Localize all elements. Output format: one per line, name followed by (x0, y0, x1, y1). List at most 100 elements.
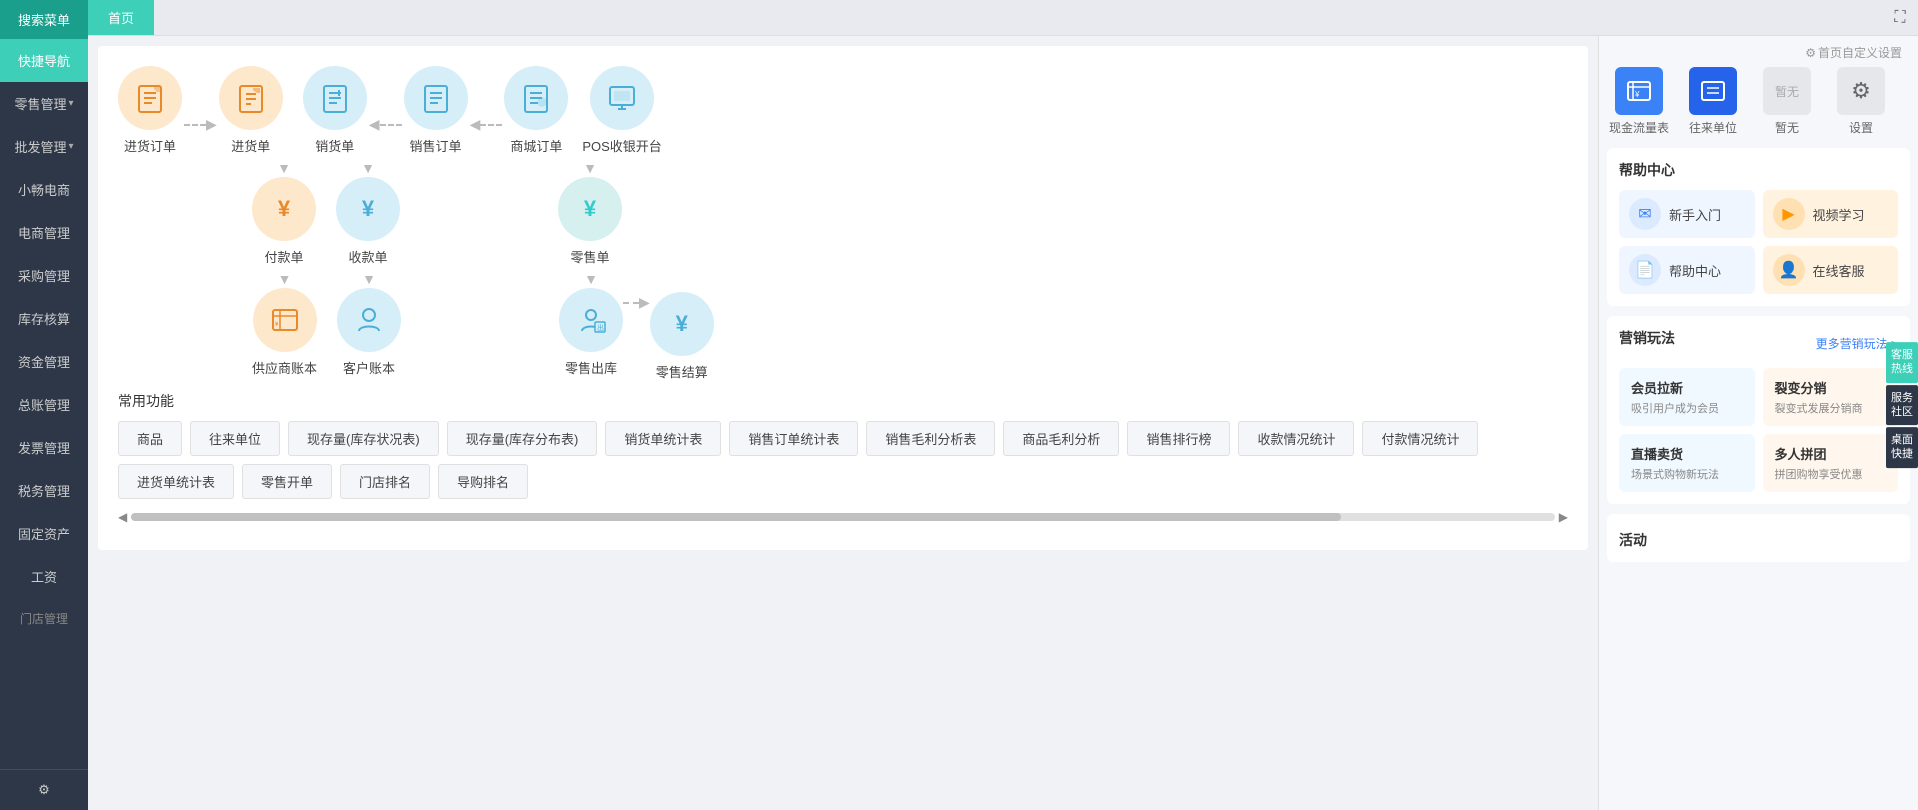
func-btn-payment-stat[interactable]: 付款情况统计 (1362, 421, 1478, 456)
func-btn-ranking[interactable]: 销售排行榜 (1127, 421, 1230, 456)
chevron-down-icon: ▾ (68, 141, 73, 152)
quick-icon-empty[interactable]: 暂无 暂无 (1755, 67, 1819, 136)
func-btn-goods[interactable]: 商品 (118, 421, 182, 456)
sidebar-item-retail[interactable]: 零售管理 ▾ (0, 82, 88, 125)
func-btn-stock2[interactable]: 现存量(库存分布表) (447, 421, 598, 456)
scroll-left-icon[interactable]: ◀ (118, 510, 127, 524)
func-btn-margin2[interactable]: 商品毛利分析 (1003, 421, 1119, 456)
sidebar-item-store[interactable]: 门店管理 (0, 598, 88, 639)
help-item-label: 在线客服 (1813, 261, 1865, 280)
help-item-docs[interactable]: 📄 帮助中心 (1619, 246, 1755, 294)
func-btn-order-stat[interactable]: 销售订单统计表 (729, 421, 858, 456)
float-btn-community[interactable]: 服务社区 (1886, 385, 1918, 426)
flow-card: 进货订单 ▶ (98, 46, 1588, 550)
sidebar-item-wholesale[interactable]: 批发管理 ▾ (0, 125, 88, 168)
activity-section: 活动 (1607, 514, 1910, 562)
sidebar-search[interactable]: 搜索菜单 (0, 0, 88, 39)
help-grid: ✉ 新手入门 ▶ 视频学习 📄 帮助中心 👤 在线客服 (1619, 190, 1898, 294)
common-func-title: 常用功能 (118, 391, 1568, 411)
arrow-h-2: ◀ (369, 116, 402, 133)
quick-icon-contact[interactable]: 往来单位 (1681, 67, 1745, 136)
sidebar-settings-button[interactable]: ⚙ (0, 769, 88, 810)
func-btn-stock1[interactable]: 现存量(库存状况表) (288, 421, 439, 456)
marketing-header: 营销玩法 更多营销玩法 > (1619, 328, 1898, 358)
node-pos[interactable]: POS收银开台 (582, 66, 661, 155)
func-btn-contact[interactable]: 往来单位 (190, 421, 280, 456)
marketing-item-group[interactable]: 多人拼团 拼团购物享受优惠 (1763, 434, 1899, 492)
sales-icon (303, 66, 367, 130)
sidebar-item-invoice[interactable]: 发票管理 (0, 426, 88, 469)
supplier-icon: ¥ (253, 288, 317, 352)
help-item-service[interactable]: 👤 在线客服 (1763, 246, 1899, 294)
help-center-section: 帮助中心 ✉ 新手入门 ▶ 视频学习 📄 帮助中心 👤 (1607, 148, 1910, 306)
marketing-section: 营销玩法 更多营销玩法 > 会员拉新 吸引用户成为会员 裂变分销 裂变式发展分销… (1607, 316, 1910, 504)
marketing-grid: 会员拉新 吸引用户成为会员 裂变分销 裂变式发展分销商 直播卖货 场景式购物新玩… (1619, 368, 1898, 492)
help-item-beginner[interactable]: ✉ 新手入门 (1619, 190, 1755, 238)
marketing-item-fission[interactable]: 裂变分销 裂变式发展分销商 (1763, 368, 1899, 426)
sidebar-item-ledger[interactable]: 总账管理 (0, 383, 88, 426)
marketing-item-desc: 场景式购物新玩法 (1631, 466, 1743, 482)
col-retail-out: ▼ 出 零售出库 (559, 270, 623, 377)
func-btn-receipt-stat[interactable]: 收款情况统计 (1238, 421, 1354, 456)
marketing-item-title: 会员拉新 (1631, 378, 1743, 397)
node-sales-order[interactable]: 销售订单 (404, 66, 468, 155)
func-btn-sales-stat[interactable]: 销货单统计表 (605, 421, 721, 456)
sidebar-item-finance[interactable]: 资金管理 (0, 340, 88, 383)
func-btn-retail-order[interactable]: 零售开单 (242, 464, 332, 499)
svg-text:¥: ¥ (275, 322, 279, 328)
scrollbar-row: ◀ ▶ (118, 504, 1568, 530)
doc-icon: 📄 (1629, 254, 1661, 286)
func-btn-purchase-stat[interactable]: 进货单统计表 (118, 464, 234, 499)
sidebar-item-label: 库存核算 (18, 309, 70, 328)
func-btn-guide-rank[interactable]: 导购排名 (438, 464, 528, 499)
func-btn-store-rank[interactable]: 门店排名 (340, 464, 430, 499)
node-label: 供应商账本 (252, 358, 317, 377)
col-customer: ▼ 客户账本 (337, 270, 401, 377)
node-label: 客户账本 (343, 358, 395, 377)
quick-icon-settings[interactable]: ⚙ 设置 (1829, 67, 1893, 136)
scrollbar[interactable] (131, 513, 1555, 521)
marketing-item-live[interactable]: 直播卖货 场景式购物新玩法 (1619, 434, 1755, 492)
quick-icon-label: 设置 (1849, 119, 1873, 136)
col-retail: ▼ ¥ 零售单 (558, 159, 622, 266)
cashflow-icon: ¥ (1615, 67, 1663, 115)
float-btn-service[interactable]: 客服热线 (1886, 342, 1918, 383)
col-purchase-pay: ▼ ¥ 付款单 (252, 159, 316, 266)
quick-icon-cashflow[interactable]: ¥ 现金流量表 (1607, 67, 1671, 136)
scroll-right-icon[interactable]: ▶ (1559, 510, 1568, 524)
quick-icons-row: ¥ 现金流量表 往来单位 (1607, 67, 1910, 136)
fullscreen-icon[interactable]: ⛶ (1890, 8, 1910, 28)
sidebar-item-tax[interactable]: 税务管理 (0, 469, 88, 512)
sidebar-item-salary[interactable]: 工资 (0, 555, 88, 598)
retail-out-icon: 出 (559, 288, 623, 352)
arrow-h-3: ◀ (470, 116, 503, 133)
sidebar-item-assets[interactable]: 固定资产 (0, 512, 88, 555)
help-item-video[interactable]: ▶ 视频学习 (1763, 190, 1899, 238)
node-label: 进货单 (231, 136, 270, 155)
gear-icon: ⚙ (1805, 46, 1816, 60)
sidebar-item-label: 资金管理 (18, 352, 70, 371)
node-label: 销货单 (315, 136, 354, 155)
sidebar-nav-active[interactable]: 快捷导航 (0, 39, 88, 82)
float-btn-desktop[interactable]: 桌面快捷 (1886, 427, 1918, 468)
marketing-item-title: 多人拼团 (1775, 444, 1887, 463)
quick-icon-label: 往来单位 (1689, 119, 1737, 136)
node-sales[interactable]: 销货单 (303, 66, 367, 155)
settings-link[interactable]: ⚙ 首页自定义设置 (1805, 44, 1902, 61)
receipt-icon: ¥ (336, 177, 400, 241)
sidebar-item-ecom[interactable]: 小畅电商 (0, 168, 88, 211)
node-mall-order[interactable]: 商城订单 (504, 66, 568, 155)
settings-row: ⚙ 首页自定义设置 (1607, 44, 1910, 61)
help-item-label: 视频学习 (1813, 205, 1865, 224)
node-purchase-order[interactable]: 进货订单 (118, 66, 182, 155)
sidebar-item-purchase[interactable]: 采购管理 (0, 254, 88, 297)
tab-home[interactable]: 首页 (88, 0, 154, 35)
func-btn-margin1[interactable]: 销售毛利分析表 (866, 421, 995, 456)
purchase-order-icon (118, 66, 182, 130)
sidebar-item-inventory[interactable]: 库存核算 (0, 297, 88, 340)
sidebar-item-ecom-mgr[interactable]: 电商管理 (0, 211, 88, 254)
node-purchase[interactable]: 进货单 (219, 66, 283, 155)
marketing-item-member[interactable]: 会员拉新 吸引用户成为会员 (1619, 368, 1755, 426)
activity-title: 活动 (1619, 530, 1898, 550)
retail-settle-icon: ¥ (650, 292, 714, 356)
